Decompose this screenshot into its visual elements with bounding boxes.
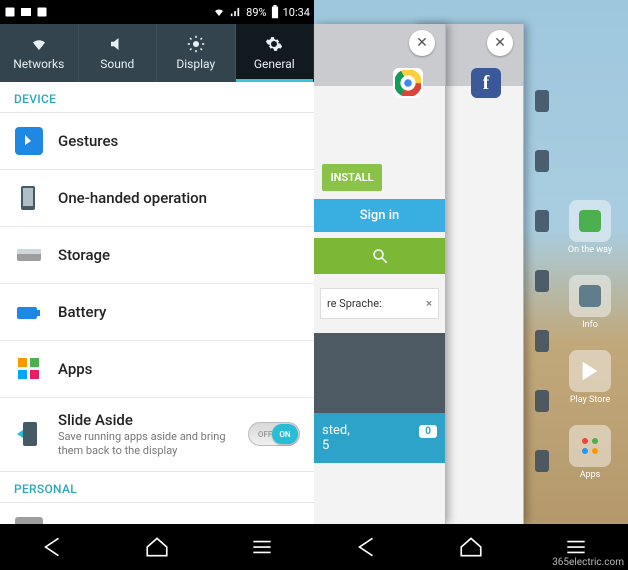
section-personal: PERSONAL bbox=[0, 472, 314, 503]
row-one-handed[interactable]: One-handed operation bbox=[0, 170, 314, 227]
language-label: re Sprache: bbox=[327, 297, 382, 310]
row-apps[interactable]: Apps bbox=[0, 341, 314, 398]
close-icon[interactable]: ✕ bbox=[487, 30, 513, 56]
tab-networks[interactable]: Networks bbox=[0, 24, 79, 82]
tab-label: Display bbox=[176, 57, 215, 71]
app-label: Apps bbox=[580, 470, 601, 480]
battery-percent: 89% bbox=[246, 6, 266, 19]
edge-handle[interactable] bbox=[535, 390, 549, 412]
search-bar[interactable] bbox=[314, 238, 445, 274]
image-icon bbox=[4, 6, 16, 18]
edge-handle[interactable] bbox=[535, 450, 549, 472]
signal-icon bbox=[230, 6, 240, 18]
close-icon[interactable]: ✕ bbox=[409, 30, 435, 56]
row-title: Storage bbox=[58, 246, 300, 264]
wifi-icon bbox=[29, 35, 49, 53]
battery-icon bbox=[14, 297, 44, 327]
home-icons: On the way Info Play Store Apps bbox=[560, 200, 620, 480]
close-icon[interactable]: × bbox=[426, 297, 432, 310]
row-title: Battery bbox=[58, 303, 300, 321]
edge-handle[interactable] bbox=[535, 330, 549, 352]
article-thumb[interactable] bbox=[314, 333, 445, 413]
app-info[interactable]: Info bbox=[561, 275, 619, 330]
battery-icon bbox=[271, 5, 279, 19]
toggle-off-label: OFF bbox=[258, 430, 272, 439]
row-title: Gestures bbox=[58, 132, 300, 150]
tab-display[interactable]: Display bbox=[157, 24, 236, 82]
tab-label: Networks bbox=[13, 57, 64, 71]
slide-aside-icon bbox=[14, 419, 44, 449]
clock: 10:34 bbox=[283, 6, 310, 19]
phone-settings: 89% 10:34 Networks Sound Display General bbox=[0, 0, 314, 570]
tab-sound[interactable]: Sound bbox=[79, 24, 158, 82]
row-subtitle: Save running apps aside and bring them b… bbox=[58, 430, 234, 458]
row-title: Apps bbox=[58, 360, 300, 378]
posted-text: 5 bbox=[322, 438, 437, 453]
app-apps[interactable]: Apps bbox=[561, 425, 619, 480]
tab-general[interactable]: General bbox=[236, 24, 315, 82]
gestures-icon bbox=[14, 126, 44, 156]
tab-label: General bbox=[254, 57, 295, 71]
gear-icon bbox=[264, 35, 284, 53]
row-title: Slide Aside bbox=[58, 411, 234, 429]
watermark: 365electric.com bbox=[552, 557, 624, 568]
mail-icon bbox=[20, 6, 32, 18]
slide-aside-toggle[interactable]: OFF ON bbox=[248, 422, 300, 446]
article-footer[interactable]: sted, 5 0 bbox=[314, 413, 445, 463]
edge-handle[interactable] bbox=[535, 210, 549, 232]
back-icon[interactable] bbox=[39, 534, 65, 560]
device-list: Gestures One-handed operation Storage Ba… bbox=[0, 113, 314, 472]
storage-icon bbox=[14, 240, 44, 270]
settings-tabs: Networks Sound Display General bbox=[0, 24, 314, 82]
recents-icon[interactable] bbox=[249, 534, 275, 560]
edge-handle[interactable] bbox=[535, 270, 549, 292]
apps-icon bbox=[14, 354, 44, 384]
facebook-icon: f bbox=[471, 68, 501, 98]
phone-slide-aside: 89% 10:35 On the way Info Play Store App… bbox=[314, 0, 628, 570]
comment-count: 0 bbox=[419, 425, 437, 438]
home-icon[interactable] bbox=[144, 534, 170, 560]
app-play-store[interactable]: Play Store bbox=[561, 350, 619, 405]
app-label: Play Store bbox=[570, 395, 610, 405]
back-icon[interactable] bbox=[353, 534, 379, 560]
row-battery[interactable]: Battery bbox=[0, 284, 314, 341]
edge-handle[interactable] bbox=[535, 90, 549, 112]
app-label: Info bbox=[582, 320, 598, 330]
row-slide-aside[interactable]: Slide Aside Save running apps aside and … bbox=[0, 398, 314, 472]
tab-label: Sound bbox=[100, 57, 134, 71]
speaker-icon bbox=[107, 35, 127, 53]
aside-panel-chrome[interactable]: ✕ INSTALL Sign in re Sprache: × sted, bbox=[314, 24, 446, 524]
install-button[interactable]: INSTALL bbox=[322, 164, 382, 191]
brightness-icon bbox=[186, 35, 206, 53]
nav-bar bbox=[0, 524, 314, 570]
toggle-on-label: ON bbox=[279, 430, 290, 439]
app-label: On the way bbox=[568, 245, 612, 255]
one-handed-icon bbox=[14, 183, 44, 213]
app-on-the-way[interactable]: On the way bbox=[561, 200, 619, 255]
search-icon bbox=[371, 247, 389, 265]
row-storage[interactable]: Storage bbox=[0, 227, 314, 284]
checkbox-icon bbox=[36, 6, 48, 18]
edge-handle[interactable] bbox=[535, 150, 549, 172]
edge-handles bbox=[530, 90, 554, 472]
row-title: One-handed operation bbox=[58, 189, 300, 207]
chrome-icon bbox=[393, 68, 423, 98]
row-gestures[interactable]: Gestures bbox=[0, 113, 314, 170]
language-box[interactable]: re Sprache: × bbox=[320, 288, 439, 319]
home-icon[interactable] bbox=[458, 534, 484, 560]
sign-in-button[interactable]: Sign in bbox=[314, 199, 445, 232]
section-device: DEVICE bbox=[0, 82, 314, 113]
wifi-icon bbox=[212, 6, 226, 18]
status-bar: 89% 10:34 bbox=[0, 0, 314, 24]
